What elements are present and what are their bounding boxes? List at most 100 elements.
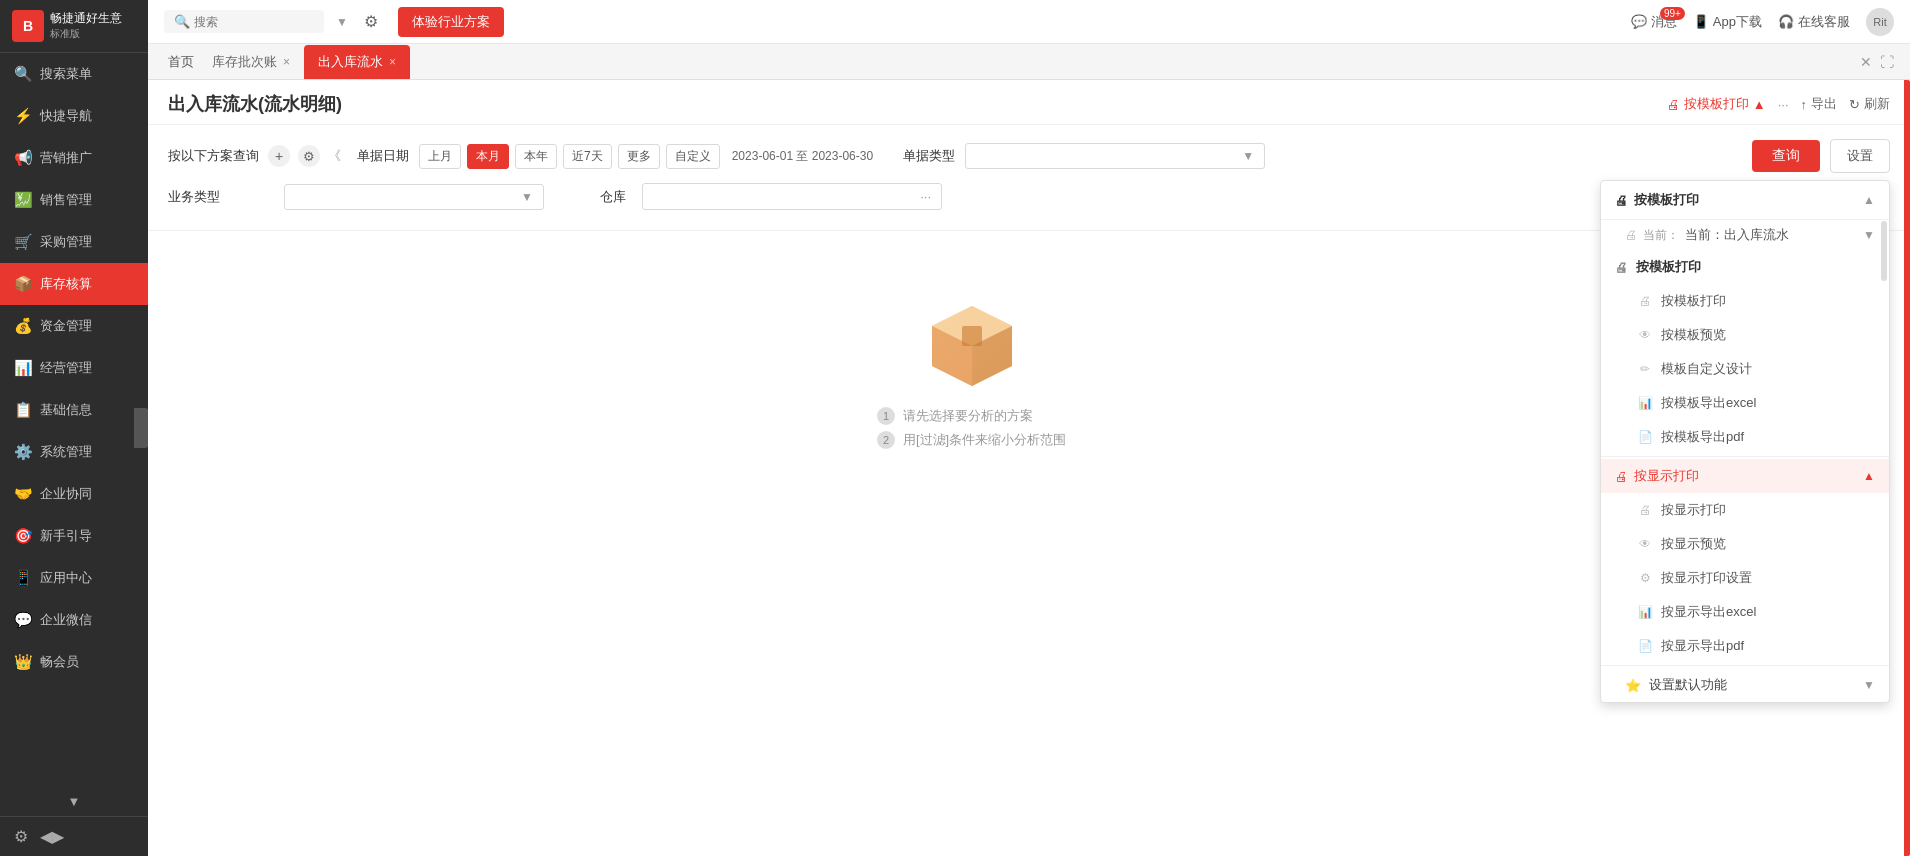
template-print-section: 🖨 按模板打印 🖨 按模板打印 👁 按模板预览 ✏ 模板自定义设计 (1601, 250, 1889, 454)
dropdown-display-print[interactable]: 🖨 按显示打印 (1601, 493, 1889, 527)
date-btn-this-year[interactable]: 本年 (515, 144, 557, 169)
export-btn[interactable]: ↑ 导出 (1801, 95, 1838, 113)
sidebar-item-wechat[interactable]: 💬 企业微信 (0, 599, 148, 641)
preview-icon: 👁 (1637, 327, 1653, 343)
sidebar: B 畅捷通好生意 标准版 🔍 搜索菜单 ⚡ 快捷导航 📢 营销推广 💹 (0, 0, 148, 856)
template-print-btn[interactable]: 🖨 按模板打印 ▲ (1667, 95, 1766, 113)
dropdown-scrollbar[interactable] (1881, 221, 1887, 281)
empty-steps: 1 请先选择要分析的方案 2 用[过滤]条件来缩小分析范围 (877, 407, 1066, 455)
voucher-type-section: 单据类型 ▼ (903, 143, 1285, 169)
sidebar-item-operations[interactable]: 📊 经营管理 (0, 347, 148, 389)
company-name: 畅捷通好生意 (50, 11, 122, 27)
app-download-item[interactable]: 📱 App下载 (1693, 13, 1762, 31)
sidebar-item-label: 快捷导航 (40, 107, 92, 125)
collapse-icon[interactable]: ◀▶ (40, 827, 64, 846)
pdf-icon: 📄 (1637, 429, 1653, 445)
filter-collapse-btn[interactable]: 《 (328, 147, 341, 165)
display-print-section-header[interactable]: 🖨 按显示打印 ▲ (1601, 459, 1889, 493)
dropdown-display-export-excel[interactable]: 📊 按显示导出excel (1601, 595, 1889, 629)
printer-icon: 🖨 (1615, 193, 1628, 208)
sidebar-item-label: 畅会员 (40, 653, 79, 671)
dropdown-template-export-excel[interactable]: 📊 按模板导出excel (1601, 386, 1889, 420)
user-avatar[interactable]: Rit (1866, 8, 1894, 36)
svg-rect-4 (962, 326, 982, 346)
date-btn-7days[interactable]: 近7天 (563, 144, 612, 169)
business-type-dropdown[interactable]: ▼ (284, 184, 544, 210)
sidebar-scroll-down[interactable]: ▼ (0, 786, 148, 816)
sidebar-item-system[interactable]: ⚙️ 系统管理 (0, 431, 148, 473)
query-btn[interactable]: 查询 (1752, 140, 1820, 172)
date-btn-last-month[interactable]: 上月 (419, 144, 461, 169)
sidebar-item-app-center[interactable]: 📱 应用中心 (0, 557, 148, 599)
dropdown-panel-header[interactable]: 🖨 按模板打印 ▲ (1601, 181, 1889, 220)
sidebar-item-marketing[interactable]: 📢 营销推广 (0, 137, 148, 179)
sidebar-item-quick-nav[interactable]: ⚡ 快捷导航 (0, 95, 148, 137)
export-icon: ↑ (1801, 97, 1808, 112)
guide-icon: 🎯 (14, 527, 32, 545)
item-label: 设置默认功能 (1649, 676, 1727, 694)
date-btn-this-month[interactable]: 本月 (467, 144, 509, 169)
sidebar-item-vip[interactable]: 👑 畅会员 (0, 641, 148, 683)
warehouse-more-icon: ··· (920, 189, 931, 204)
search-box[interactable]: 🔍 (164, 10, 324, 33)
print-icon: 🖨 (1637, 502, 1653, 518)
filter-add-btn[interactable]: + (268, 145, 290, 167)
settings-icon[interactable]: ⚙ (14, 827, 28, 846)
sidebar-item-collab[interactable]: 🤝 企业协同 (0, 473, 148, 515)
trial-btn[interactable]: 体验行业方案 (398, 7, 504, 37)
filter-actions: + ⚙ 《 (268, 145, 341, 167)
voucher-type-dropdown[interactable]: ▼ (965, 143, 1265, 169)
section-header-title: 🖨 按显示打印 (1615, 467, 1699, 485)
tab-close-active-icon[interactable]: × (389, 55, 396, 69)
sidebar-item-inventory[interactable]: 📦 库存核算 (0, 263, 148, 305)
divider (1601, 456, 1889, 457)
date-btn-custom[interactable]: 自定义 (666, 144, 720, 169)
finance-icon: 💰 (14, 317, 32, 335)
date-btn-more[interactable]: 更多 (618, 144, 660, 169)
print-section-icon: 🖨 (1615, 469, 1628, 484)
dropdown-set-default[interactable]: ⭐ 设置默认功能 ▼ (1601, 668, 1889, 702)
sidebar-item-label: 经营管理 (40, 359, 92, 377)
settings-icon[interactable]: ⚙ (364, 12, 378, 31)
tab-inventory-flow[interactable]: 出入库流水 × (304, 45, 410, 79)
topbar-right: 💬 消息 99+ 📱 App下载 🎧 在线客服 Rit (1631, 8, 1894, 36)
online-service-item[interactable]: 🎧 在线客服 (1778, 13, 1850, 31)
tab-inventory-batch[interactable]: 库存批次账 × (198, 45, 304, 79)
dropdown-display-print-settings[interactable]: ⚙ 按显示打印设置 (1601, 561, 1889, 595)
search-input[interactable] (194, 15, 294, 29)
window-close-icon[interactable]: ✕ (1860, 54, 1872, 70)
app-center-icon: 📱 (14, 569, 32, 587)
dropdown-display-preview[interactable]: 👁 按显示预览 (1601, 527, 1889, 561)
filter-setting-btn[interactable]: ⚙ (298, 145, 320, 167)
sidebar-item-guide[interactable]: 🎯 新手引导 (0, 515, 148, 557)
dropdown-template-custom[interactable]: ✏ 模板自定义设计 (1601, 352, 1889, 386)
refresh-label: 刷新 (1864, 95, 1890, 113)
warehouse-dropdown[interactable]: ··· (642, 183, 942, 210)
window-controls: ✕ ⛶ (1860, 54, 1894, 70)
dropdown-template-export-pdf[interactable]: 📄 按模板导出pdf (1601, 420, 1889, 454)
date-range: 2023-06-01 至 2023-06-30 (732, 148, 873, 165)
dropdown-template-print[interactable]: 🖨 按模板打印 (1601, 284, 1889, 318)
search-dropdown-arrow[interactable]: ▼ (336, 15, 348, 29)
message-item[interactable]: 💬 消息 99+ (1631, 13, 1677, 31)
sidebar-item-purchase[interactable]: 🛒 采购管理 (0, 221, 148, 263)
section-title-label: 按显示打印 (1634, 467, 1699, 485)
dropdown-display-export-pdf[interactable]: 📄 按显示导出pdf (1601, 629, 1889, 663)
setup-btn[interactable]: 设置 (1830, 139, 1890, 173)
sidebar-scroll-up[interactable] (134, 408, 148, 448)
sidebar-item-finance[interactable]: 💰 资金管理 (0, 305, 148, 347)
more-options-icon[interactable]: ··· (1778, 97, 1789, 112)
sidebar-item-basic[interactable]: 📋 基础信息 (0, 389, 148, 431)
window-expand-icon[interactable]: ⛶ (1880, 54, 1894, 70)
dropdown-template-preview[interactable]: 👁 按模板预览 (1601, 318, 1889, 352)
refresh-btn[interactable]: ↻ 刷新 (1849, 95, 1890, 113)
tab-home[interactable]: 首页 (164, 53, 198, 71)
tab-close-icon[interactable]: × (283, 55, 290, 69)
message-icon: 💬 (1631, 14, 1647, 29)
voucher-type-label: 单据类型 (903, 147, 955, 165)
sidebar-item-sales[interactable]: 💹 销售管理 (0, 179, 148, 221)
arrow-down-icon: ▼ (1863, 678, 1875, 692)
collab-icon: 🤝 (14, 485, 32, 503)
sidebar-item-search[interactable]: 🔍 搜索菜单 (0, 53, 148, 95)
sidebar-logo: B 畅捷通好生意 标准版 (0, 0, 148, 53)
